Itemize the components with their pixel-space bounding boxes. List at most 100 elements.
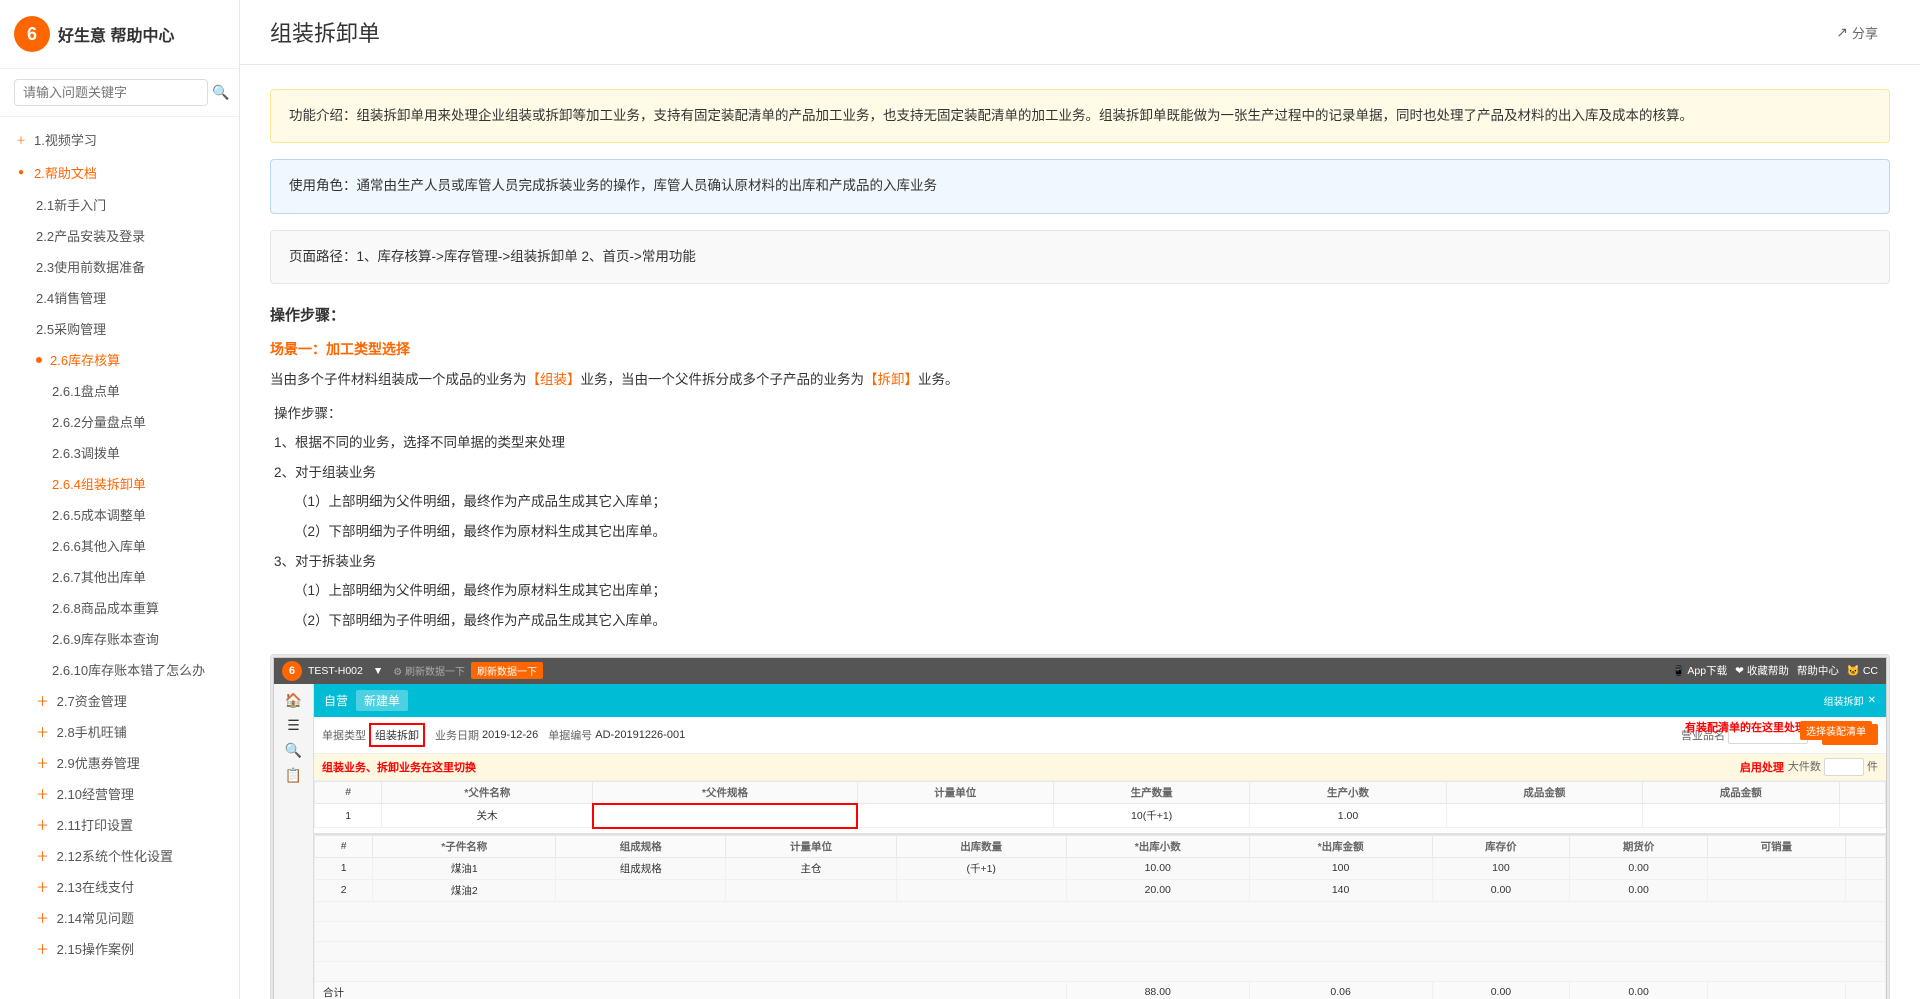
fake-upper-table-area: # *父件名称 *父件规格 计量单位 生产数量 生产小数 成品金额 成品金额 [314,781,1886,833]
sidebar-item-inv-sub1[interactable]: 2.6.1盘点单 [0,375,239,406]
sidebar-item-sales[interactable]: 2.4销售管理 [0,282,239,313]
plus-icon-small: ＋ [36,911,49,926]
logo-text: 好生意 帮助中心 [58,22,174,46]
sidebar-item-system[interactable]: ＋ 2.12系统个性化设置 [0,840,239,871]
fake-app: 6 TEST-H002 ▼ ⚙ 刷新数据一下 刷新数据一下 📱 App下载 ❤ … [273,657,1887,999]
col-parent-spec: *父件规格 [593,781,857,804]
fake-main-area: 自营 新建单 组装拆卸 ✕ [314,684,1886,999]
scene-title: 场景一：加工类型选择 [270,339,1890,359]
fake-top-bar: 6 TEST-H002 ▼ ⚙ 刷新数据一下 刷新数据一下 📱 App下载 ❤ … [274,658,1886,684]
fake-type-field: 单据类型 组装拆卸 [322,723,425,747]
annotation-enable: 启用处理 [1740,759,1784,775]
sidebar-item-inv-sub2[interactable]: 2.6.2分量盘点单 [0,406,239,437]
plus-icon-small: ＋ [36,756,49,771]
fake-form-area: 单据类型 组装拆卸 业务日期 2019-12-26 单据编号 AD-201912… [314,717,1886,754]
sidebar-item-purchase[interactable]: 2.5采购管理 [0,313,239,344]
fake-tab-new[interactable]: 新建单 [356,690,408,711]
search-button[interactable]: 🔍 [208,80,233,105]
fake-teal-header: 自营 新建单 组装拆卸 ✕ [314,684,1886,717]
col-seq: # [315,781,382,804]
fake-parent-spec-input[interactable] [695,808,755,824]
fake-close-icon[interactable]: ✕ [1868,695,1876,706]
choose-config-button[interactable]: 选择装配清单 [1800,721,1872,740]
sidebar-item-capital[interactable]: ＋ 2.7资金管理 [0,685,239,716]
fake-search-icon[interactable]: 🔍 [285,742,302,759]
sidebar-item-case[interactable]: ＋ 2.15操作案例 [0,933,239,964]
fake-type-value[interactable]: 组装拆卸 [369,723,425,747]
fake-lower-table-area: # *子件名称 组成规格 计量单位 出库数量 *出库小数 *出库金额 库存价 [314,833,1886,999]
search-input[interactable] [14,79,208,106]
fake-choose-btn[interactable]: 选择装配清单 [1800,721,1872,740]
sidebar-item-install[interactable]: 2.2产品安装及登录 [0,220,239,251]
col-action [1839,781,1886,804]
minus-icon: ● [14,166,28,180]
sidebar-item-docs[interactable]: ● 2.帮助文档 [0,156,239,189]
main-header: 组装拆卸单 ↗ 分享 [240,0,1920,65]
sidebar-logo: 6 好生意 帮助中心 [0,0,239,69]
fake-order-value: AD-20191226-001 [595,729,685,741]
step-3-2: （2）下部明细为子件明细，最终作为产成品生成其它入库单。 [270,608,1890,634]
sidebar-item-inv-sub4[interactable]: 2.6.4组装拆卸单 [0,468,239,499]
sidebar-item-video[interactable]: ＋ 1.视频学习 [0,123,239,156]
sidebar-item-inv-sub10[interactable]: 2.6.10库存账本错了怎么办 [0,654,239,685]
fake-top-right: 📱 App下载 ❤ 收藏帮助 帮助中心 🐱 CC [1672,663,1878,678]
sidebar-item-inv-sub5[interactable]: 2.6.5成本调整单 [0,499,239,530]
sidebar-item-inv-sub7[interactable]: 2.6.7其他出库单 [0,561,239,592]
fake-order-field: 单据编号 AD-20191226-001 [548,727,685,743]
col-qty: 生产数量 [1053,781,1249,804]
table-row [315,921,1886,941]
fake-qty-input[interactable] [1824,758,1864,776]
article-body: 功能介绍：组装拆卸单用来处理企业组装或拆卸等加工业务，支持有固定装配清单的产品加… [240,65,1920,999]
sidebar-item-inv-sub6[interactable]: 2.6.6其他入库单 [0,530,239,561]
sidebar-item-inv-sub3[interactable]: 2.6.3调拨单 [0,437,239,468]
plus-icon: ＋ [14,133,28,147]
col-qty2: 生产小数 [1250,781,1446,804]
step-1: 1、根据不同的业务，选择不同单据的类型来处理 [270,430,1890,456]
col-amt2: 成品金额 [1643,781,1839,804]
sidebar-item-inventory[interactable]: 2.6库存核算 [0,344,239,375]
table-footer: 合计 88.00 0.06 0.00 0.00 [315,981,1886,999]
share-button[interactable]: ↗ 分享 [1824,17,1890,48]
path-block: 页面路径：1、库存核算->库存管理->组装拆卸单 2、首页->常用功能 [270,230,1890,284]
fake-upper-table: # *父件名称 *父件规格 计量单位 生产数量 生产小数 成品金额 成品金额 [314,781,1886,829]
fake-home-icon[interactable]: 🏠 [285,692,302,709]
plus-icon-small: ＋ [36,818,49,833]
table-row: 1 煤油1 组成规格 主仓 (千+1) 10.00 100 100 [315,857,1886,879]
fake-section-label: 组装业务、拆卸业务在这里切换 启用处理 大件数 件 [314,754,1886,781]
fake-side-nav: 🏠 ☰ 🔍 📋 自营 新建单 [274,684,1886,999]
sidebar-item-newbie[interactable]: 2.1新手入门 [0,189,239,220]
fake-header-actions: 组装拆卸 ✕ [1824,693,1876,708]
fake-menu-icon[interactable]: ☰ [287,717,300,734]
sidebar-item-prepare[interactable]: 2.3使用前数据准备 [0,251,239,282]
annotation-config-list: 有装配清单的在这里处理 [1685,719,1806,735]
main-content: 组装拆卸单 ↗ 分享 功能介绍：组装拆卸单用来处理企业组装或拆卸等加工业务，支持… [240,0,1920,999]
col-parent-name: *父件名称 [382,781,593,804]
sidebar-item-print[interactable]: ＋ 2.11打印设置 [0,809,239,840]
sidebar-item-pay[interactable]: ＋ 2.13在线支付 [0,871,239,902]
logo-icon: 6 [14,16,50,52]
role-block: 使用角色：通常由生产人员或库管人员完成拆装业务的操作，库管人员确认原材料的出库和… [270,159,1890,213]
share-icon: ↗ [1836,24,1848,41]
sidebar-item-coupon[interactable]: ＋ 2.9优惠券管理 [0,747,239,778]
table-row [315,941,1886,961]
sidebar-item-faq[interactable]: ＋ 2.14常见问题 [0,902,239,933]
sidebar-item-ops[interactable]: ＋ 2.10经营管理 [0,778,239,809]
sidebar-item-inv-sub9[interactable]: 2.6.9库存账本查询 [0,623,239,654]
active-dot [36,357,42,363]
table-row [315,961,1886,981]
intro-block: 功能介绍：组装拆卸单用来处理企业组装或拆卸等加工业务，支持有固定装配清单的产品加… [270,89,1890,143]
fake-date-field: 业务日期 2019-12-26 [435,727,538,743]
scene-desc: 当由多个子件材料组装成一个成品的业务为【组装】业务，当由一个父件拆分成多个子产品… [270,367,1890,393]
table-row: 2 煤油2 20.00 140 0.00 [315,879,1886,901]
plus-icon-small: ＋ [36,725,49,740]
sidebar-item-inv-sub8[interactable]: 2.6.8商品成本重算 [0,592,239,623]
fake-right-annotation: 启用处理 [484,759,1784,775]
table-row [315,901,1886,921]
fake-active-icon[interactable]: 📋 [285,767,302,784]
screenshot-container: 6 TEST-H002 ▼ ⚙ 刷新数据一下 刷新数据一下 📱 App下载 ❤ … [270,654,1890,999]
fake-tab-auto[interactable]: 自营 [324,692,348,709]
sidebar-item-mobile[interactable]: ＋ 2.8手机旺铺 [0,716,239,747]
col-amt: 成品金额 [1446,781,1642,804]
step-2-1: （1）上部明细为父件明细，最终作为产成品生成其它入库单； [270,489,1890,515]
fake-logo: 6 [282,661,302,681]
